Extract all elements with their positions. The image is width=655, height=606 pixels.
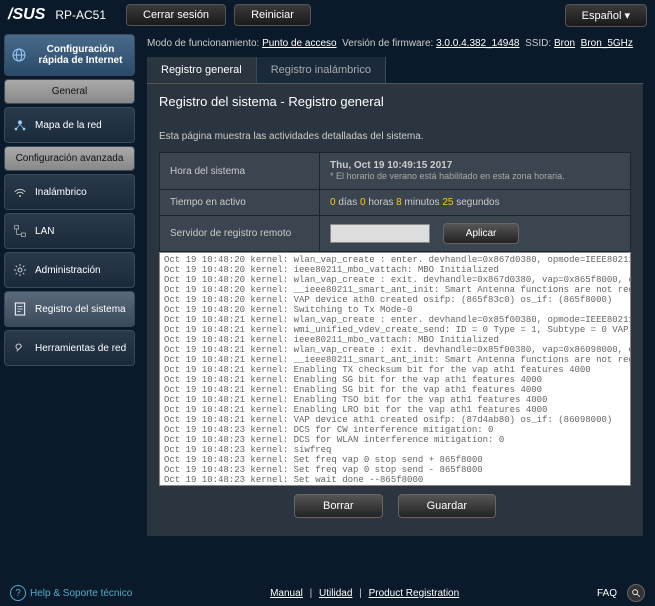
tabs: Registro general Registro inalámbrico	[147, 57, 643, 84]
nav-section-general: General	[4, 79, 135, 104]
help-icon: ?	[10, 585, 26, 601]
nav-system-log[interactable]: Registro del sistema	[4, 291, 135, 327]
save-button[interactable]: Guardar	[398, 494, 496, 518]
nav-section-advanced: Configuración avanzada	[4, 146, 135, 171]
lan-icon	[11, 222, 29, 240]
tab-general-log[interactable]: Registro general	[147, 57, 257, 83]
ssid2-link[interactable]: Bron_5GHz	[581, 38, 633, 49]
nav-label: Administración	[35, 265, 101, 276]
table-row: Hora del sistema Thu, Oct 19 10:49:15 20…	[160, 153, 631, 190]
footer: ? Help & Soporte técnico Manual | Utilid…	[0, 580, 655, 606]
nav-administration[interactable]: Administración	[4, 252, 135, 288]
language-dropdown[interactable]: Español ▾	[565, 4, 647, 27]
logout-button[interactable]: Cerrar sesión	[126, 4, 226, 26]
manual-link[interactable]: Manual	[270, 588, 303, 599]
log-output[interactable]: Oct 19 10:48:20 kernel: wlan_vap_create …	[159, 252, 631, 486]
main-content: Modo de funcionamiento: Punto de acceso …	[135, 30, 655, 580]
nav-lan[interactable]: LAN	[4, 213, 135, 249]
table-row: Tiempo en activo 0 días 0 horas 8 minuto…	[160, 190, 631, 216]
chevron-down-icon: ▾	[624, 10, 630, 22]
mode-link[interactable]: Punto de acceso	[262, 38, 337, 49]
product-registration-link[interactable]: Product Registration	[369, 588, 460, 599]
page-title: Registro del sistema - Registro general	[159, 94, 631, 119]
model-label: RP-AC51	[55, 8, 106, 22]
sidebar: Configuración rápida de Internet General…	[0, 30, 135, 580]
uptime-value: 0 días 0 horas 8 minutos 25 segundos	[320, 190, 631, 216]
system-time-label: Hora del sistema	[160, 153, 320, 190]
ssid1-link[interactable]: Bron	[554, 38, 575, 49]
faq-link[interactable]: FAQ	[597, 588, 617, 599]
nav-qis[interactable]: Configuración rápida de Internet	[4, 34, 135, 76]
nav-network-map[interactable]: Mapa de la red	[4, 107, 135, 143]
map-icon	[11, 116, 29, 134]
nav-label: Configuración rápida de Internet	[33, 44, 128, 66]
system-info-table: Hora del sistema Thu, Oct 19 10:49:15 20…	[159, 152, 631, 252]
tab-wireless-log[interactable]: Registro inalámbrico	[257, 57, 386, 83]
uptime-label: Tiempo en activo	[160, 190, 320, 216]
system-time-value: Thu, Oct 19 10:49:15 2017 * El horario d…	[320, 153, 631, 190]
search-icon[interactable]	[627, 584, 645, 602]
table-row: Servidor de registro remoto Aplicar	[160, 216, 631, 252]
apply-button[interactable]: Aplicar	[443, 223, 520, 244]
reboot-button[interactable]: Reiniciar	[234, 4, 311, 26]
nav-wireless[interactable]: Inalámbrico	[4, 174, 135, 210]
wifi-icon	[11, 183, 29, 201]
gear-icon	[11, 261, 29, 279]
nav-network-tools[interactable]: Herramientas de red	[4, 330, 135, 366]
globe-icon	[11, 46, 27, 64]
nav-label: LAN	[35, 226, 54, 237]
remote-log-input[interactable]	[330, 224, 430, 243]
top-header: /SUS RP-AC51 Cerrar sesión Reiniciar Esp…	[0, 0, 655, 30]
utility-link[interactable]: Utilidad	[319, 588, 352, 599]
page-description: Esta página muestra las actividades deta…	[159, 131, 631, 142]
tools-icon	[11, 339, 29, 357]
firmware-link[interactable]: 3.0.0.4.382_14948	[436, 38, 519, 49]
nav-label: Mapa de la red	[35, 120, 102, 131]
clear-button[interactable]: Borrar	[294, 494, 383, 518]
nav-label: Inalámbrico	[35, 187, 87, 198]
brand-logo: /SUS	[8, 6, 45, 24]
help-link[interactable]: ? Help & Soporte técnico	[10, 585, 132, 601]
info-bar: Modo de funcionamiento: Punto de acceso …	[147, 38, 643, 49]
remote-log-label: Servidor de registro remoto	[160, 216, 320, 252]
nav-label: Registro del sistema	[35, 304, 126, 315]
log-icon	[11, 300, 29, 318]
nav-label: Herramientas de red	[35, 343, 126, 354]
